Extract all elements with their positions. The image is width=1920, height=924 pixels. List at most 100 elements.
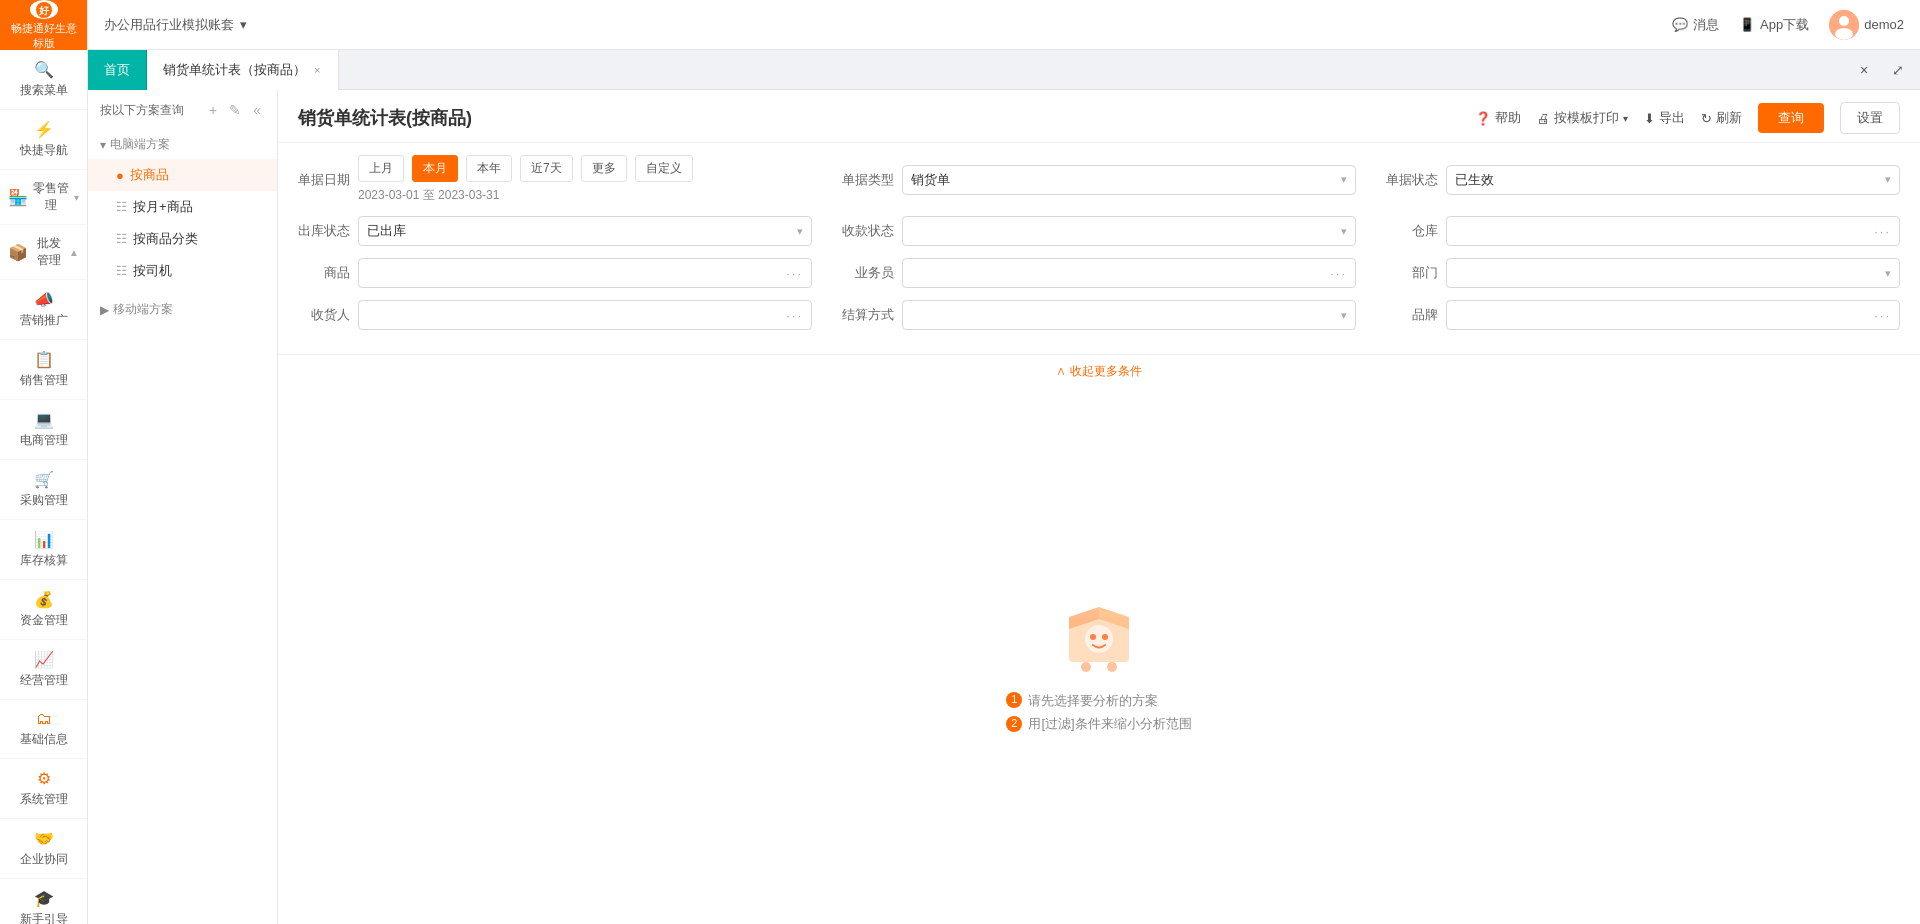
sidebar-item-2[interactable]: 🏪零售管理▾ (0, 170, 87, 225)
industry-selector[interactable]: 办公用品行业模拟账套 ▾ (104, 16, 247, 34)
sidebar-item-8[interactable]: 📊库存核算 (0, 520, 87, 580)
scheme-collapse-btn[interactable]: « (249, 100, 265, 120)
export-label: 导出 (1659, 109, 1685, 127)
date-this-year-btn[interactable]: 本年 (466, 155, 512, 182)
sidebar-item-7[interactable]: 🛒采购管理 (0, 460, 87, 520)
scheme-item-by-driver[interactable]: ☷ 按司机 (88, 255, 277, 287)
date-this-month-btn[interactable]: 本月 (412, 155, 458, 182)
date-prev-month-btn[interactable]: 上月 (358, 155, 404, 182)
filter-field-goods: 商品 ··· (298, 258, 812, 288)
scheme-add-btn[interactable]: + (205, 100, 221, 120)
sidebar-item-label-2: 零售管理 (32, 180, 70, 214)
svg-text:好: 好 (38, 5, 50, 16)
brand-dots-icon: ··· (1874, 308, 1891, 323)
tab-minimize-btn[interactable]: × (1850, 56, 1878, 84)
sidebar-item-5[interactable]: 📋销售管理 (0, 340, 87, 400)
sidebar-item-label-13: 企业协同 (20, 851, 68, 868)
avatar (1829, 10, 1859, 40)
sidebar-item-13[interactable]: 🤝 企业协同 (0, 819, 87, 879)
sidebar-item-icon-10: 📈 (34, 650, 54, 669)
doc-status-label: 单据状态 (1386, 171, 1446, 189)
help-btn[interactable]: ❓ 帮助 (1475, 109, 1521, 127)
query-button[interactable]: 查询 (1758, 103, 1824, 133)
filter-field-salesman: 业务员 ··· (842, 258, 1356, 288)
scheme-item-icon-month: ☷ (116, 200, 127, 214)
sidebar-item-1[interactable]: ⚡快捷导航 (0, 110, 87, 170)
goods-dots-icon: ··· (786, 266, 803, 281)
doc-status-arrow-icon: ▾ (1885, 173, 1891, 186)
tab-close-icon[interactable]: × (312, 62, 322, 78)
scheme-item-by-month-goods[interactable]: ☷ 按月+商品 (88, 191, 277, 223)
doc-status-control[interactable]: 已生效 ▾ (1446, 165, 1900, 195)
scheme-group-mobile-title[interactable]: ▶ 移动端方案 (88, 295, 277, 324)
date-custom-btn[interactable]: 自定义 (635, 155, 693, 182)
scheme-group-mobile-label: 移动端方案 (113, 301, 173, 318)
scheme-panel-actions: + ✎ « (205, 100, 265, 120)
date-more-btn[interactable]: 更多 (581, 155, 627, 182)
receiver-label: 收货人 (298, 306, 358, 324)
sidebar-item-label-11: 基础信息 (20, 731, 68, 748)
page-title: 销货单统计表(按商品) (298, 106, 472, 130)
page-title-bar: 销货单统计表(按商品) ❓ 帮助 🖨 按模板打印 ▾ ⬇ 导出 (278, 90, 1920, 143)
settings-button[interactable]: 设置 (1840, 102, 1900, 134)
sidebar-item-10[interactable]: 📈经营管理 (0, 640, 87, 700)
doc-status-value: 已生效 (1455, 171, 1494, 189)
tab-home[interactable]: 首页 (88, 50, 147, 90)
tab-maximize-btn[interactable]: ⤢ (1884, 56, 1912, 84)
sidebar-item-14[interactable]: 🎓新手引导 (0, 879, 87, 924)
scheme-item-by-goods[interactable]: ● 按商品 (88, 159, 277, 191)
scheme-panel-title: 按以下方案查询 (100, 102, 184, 119)
brand-label: 品牌 (1386, 306, 1446, 324)
salesman-control[interactable]: ··· (902, 258, 1356, 288)
settlement-control[interactable]: ▾ (902, 300, 1356, 330)
scheme-item-by-category[interactable]: ☷ 按商品分类 (88, 223, 277, 255)
print-btn[interactable]: 🖨 按模板打印 ▾ (1537, 109, 1628, 127)
svg-point-3 (1839, 16, 1849, 26)
sidebar-item-arrow-3: ▲ (69, 247, 79, 258)
app-download-btn[interactable]: 📱 App下载 (1739, 16, 1809, 34)
sidebar-item-0[interactable]: 🔍搜索菜单 (0, 50, 87, 110)
scheme-group-desktop: ▾ 电脑端方案 ● 按商品 ☷ 按月+商品 ☷ 按商品分类 ☷ 按司机 (88, 126, 277, 291)
dept-control[interactable]: ▾ (1446, 258, 1900, 288)
scheme-panel: 按以下方案查询 + ✎ « ▾ 电脑端方案 ● 按商品 ☷ 按月 (88, 90, 278, 924)
payment-status-control[interactable]: ▾ (902, 216, 1356, 246)
message-btn[interactable]: 💬 消息 (1672, 16, 1719, 34)
receiver-control[interactable]: ··· (358, 300, 812, 330)
export-btn[interactable]: ⬇ 导出 (1644, 109, 1685, 127)
doc-type-label: 单据类型 (842, 171, 902, 189)
out-status-arrow-icon: ▾ (797, 225, 803, 238)
scheme-group-desktop-title[interactable]: ▾ 电脑端方案 (88, 130, 277, 159)
doc-type-value: 销货单 (911, 171, 950, 189)
empty-state: 1 请先选择要分析的方案 2 用[过滤]条件来缩小分析范围 (278, 388, 1920, 924)
empty-tips: 1 请先选择要分析的方案 2 用[过滤]条件来缩小分析范围 (1006, 689, 1191, 736)
out-status-control[interactable]: 已出库 ▾ (358, 216, 812, 246)
logo[interactable]: 好 畅捷通好生意标版 (0, 0, 87, 50)
date-range-text: 2023-03-01 至 2023-03-31 (358, 187, 812, 204)
sidebar-item-9[interactable]: 💰资金管理 (0, 580, 87, 640)
sidebar-item-3[interactable]: 📦批发管理▲ (0, 225, 87, 280)
user-menu[interactable]: demo2 (1829, 10, 1904, 40)
warehouse-label: 仓库 (1386, 222, 1446, 240)
sidebar-item-12[interactable]: ⚙系统管理 (0, 759, 87, 819)
filter-row-1: 单据日期 上月 本月 本年 近7天 更多 自定义 2023-03-01 至 20… (298, 155, 1900, 204)
settlement-label: 结算方式 (842, 306, 902, 324)
tab-sales-report[interactable]: 销货单统计表（按商品） × (147, 50, 339, 90)
tip-num-2: 2 (1006, 716, 1022, 732)
sidebar-item-6[interactable]: 💻电商管理 (0, 400, 87, 460)
filter-field-brand: 品牌 ··· (1386, 300, 1900, 330)
collapse-bar[interactable]: ∧ 收起更多条件 (278, 354, 1920, 388)
brand-control[interactable]: ··· (1446, 300, 1900, 330)
goods-control[interactable]: ··· (358, 258, 812, 288)
sidebar-item-icon-13: 🤝 (34, 829, 54, 848)
tab-home-label: 首页 (104, 61, 130, 79)
sidebar-item-4[interactable]: 📣营销推广 (0, 280, 87, 340)
doc-type-control[interactable]: 销货单 ▾ (902, 165, 1356, 195)
scheme-item-label-month: 按月+商品 (133, 198, 193, 216)
warehouse-control[interactable]: ··· (1446, 216, 1900, 246)
refresh-btn[interactable]: ↻ 刷新 (1701, 109, 1742, 127)
date-recent7-btn[interactable]: 近7天 (520, 155, 573, 182)
dept-arrow-icon: ▾ (1885, 267, 1891, 280)
scheme-edit-btn[interactable]: ✎ (225, 100, 245, 120)
filter-field-doc-type: 单据类型 销货单 ▾ (842, 165, 1356, 195)
sidebar-item-11[interactable]: 🗂基础信息 (0, 700, 87, 759)
